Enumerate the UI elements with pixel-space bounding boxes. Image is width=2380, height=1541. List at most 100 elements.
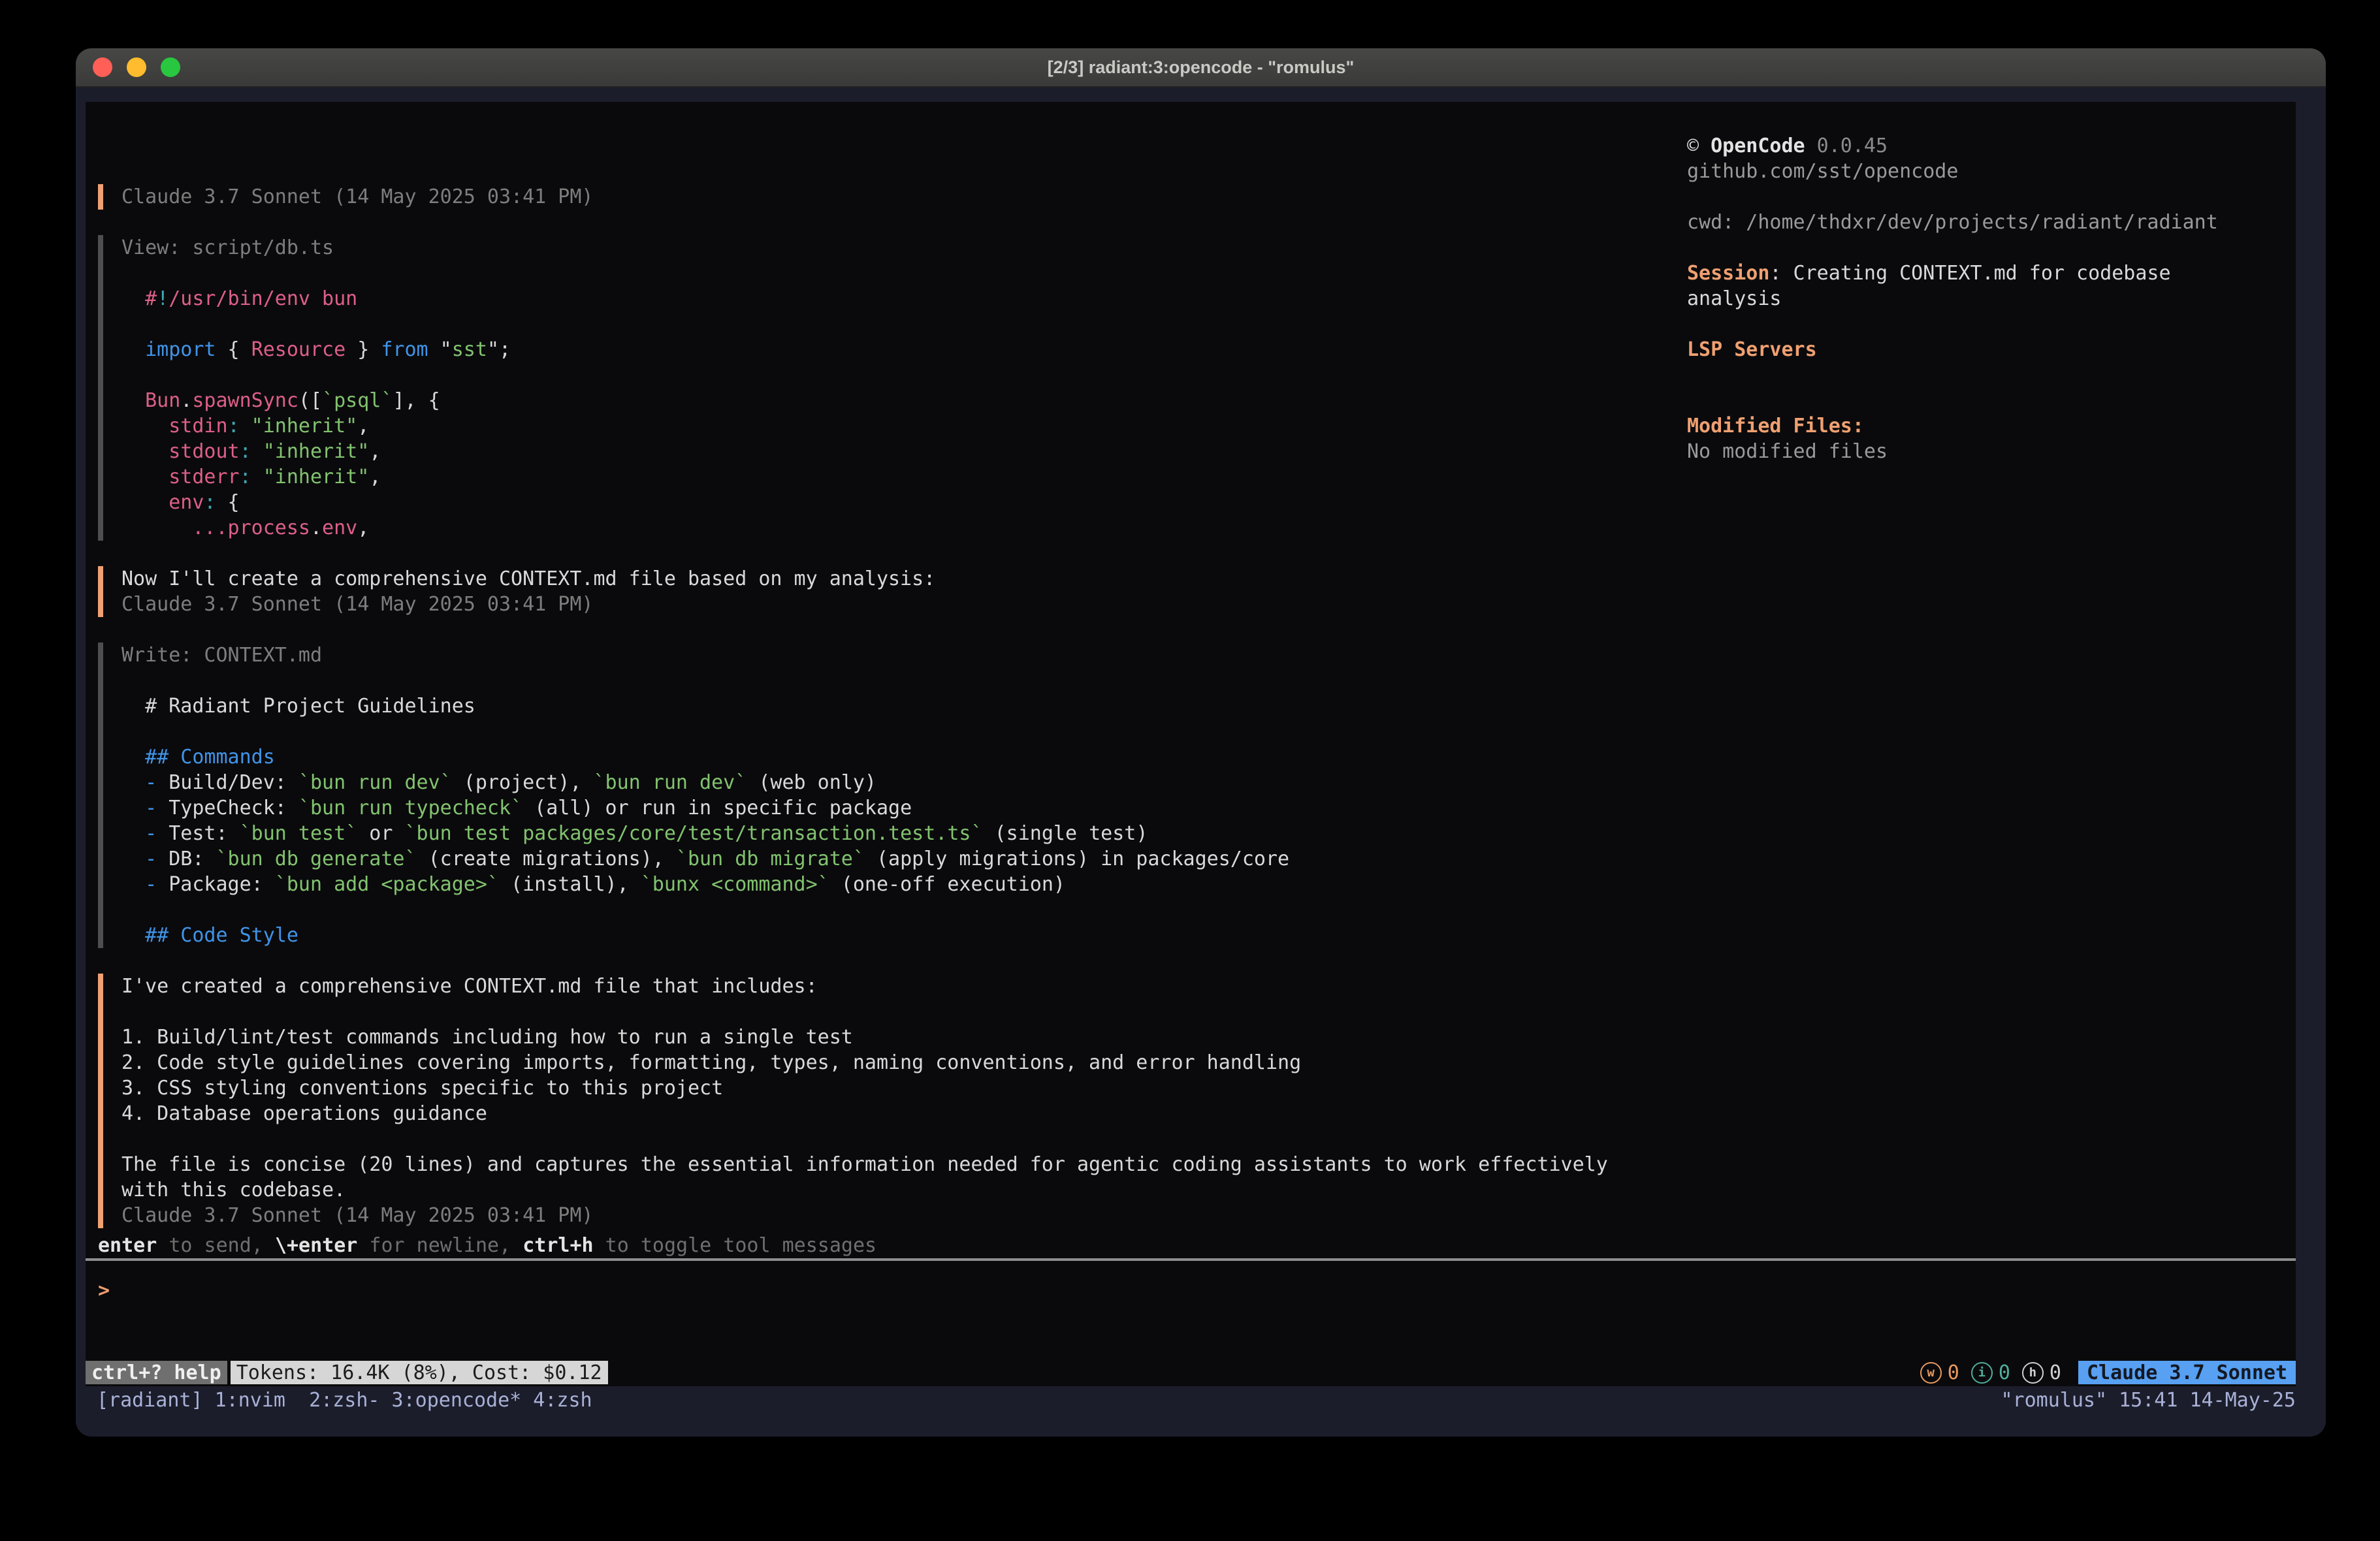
terminal-line: Modified Files: [1687,413,2296,439]
text-segment: The file is concise (20 lines) and captu… [121,1153,1608,1176]
tool-block-bar [98,490,103,515]
text-segment: `bun db migrate` [676,848,865,870]
text-segment: Modified Files: [1687,415,1864,437]
text-segment: `bun add <package>` [275,873,499,896]
terminal-line: ## Commands [86,744,2296,770]
text-segment: - [121,848,157,870]
text-segment: (create migrations), [417,848,676,870]
tool-block-bar [98,668,103,693]
text-segment: Claude 3.7 Sonnet (14 May 2025 03:41 PM) [121,1204,593,1227]
text-segment: (single test) [983,822,1148,845]
hint-circle-icon: h [2022,1362,2044,1384]
text-segment: with this codebase. [121,1179,346,1201]
text-segment: "inherit" [251,466,370,488]
text-segment: Package: [157,873,275,896]
help-keybind-chip[interactable]: ctrl+? help [86,1361,227,1384]
tmux-window-list[interactable]: [radiant] 1:nvim 2:zsh- 3:opencode* 4:zs… [97,1389,592,1412]
text-segment: \+enter [275,1234,357,1257]
text-segment: 0.0.45 [1805,135,1888,157]
terminal-line: Session: Creating CONTEXT.md for codebas… [1687,261,2296,286]
text-segment: , [357,415,369,437]
tmux-session-clock: "romulus" 15:41 14-May-25 [2001,1389,2296,1412]
text-segment: Build/Dev: [157,771,298,794]
text-segment: to toggle tool messages [594,1234,876,1257]
text-segment: "inherit" [240,415,358,437]
text-segment: - [121,822,157,845]
zoom-button[interactable] [161,57,180,77]
input-hint: enter to send, \+enter for newline, ctrl… [86,1233,2296,1258]
text-segment: (project), [452,771,594,794]
text-segment: 3. CSS styling conventions specific to t… [121,1077,723,1100]
text-segment: 1. Build/lint/test commands including ho… [121,1026,853,1049]
tool-block-bar [98,846,103,872]
input-area: > [86,1261,2296,1303]
tool-block-bar [98,439,103,464]
terminal-window: [2/3] radiant:3:opencode - "romulus" Cla… [76,48,2326,1437]
terminal-line [86,897,2296,923]
text-segment: I've created a comprehensive CONTEXT.md … [121,975,818,998]
tmux-status-bar: [radiant] 1:nvim 2:zsh- 3:opencode* 4:zs… [86,1386,2296,1414]
text-segment: Bun [121,389,180,412]
text-segment: } [346,338,381,361]
terminal-line: ## Code Style [86,923,2296,948]
text-segment: (apply migrations) in packages/core [865,848,1289,870]
close-button[interactable] [93,57,112,77]
terminal-line: env: { [86,490,2296,515]
titlebar: [2/3] radiant:3:opencode - "romulus" [76,48,2326,87]
terminal-line: cwd: /home/thdxr/dev/projects/radiant/ra… [1687,210,2296,235]
text-segment: Claude 3.7 Sonnet (14 May 2025 03:41 PM) [121,593,593,616]
text-segment: { [216,491,240,514]
text-segment: analysis [1687,287,1782,310]
minimize-button[interactable] [127,57,146,77]
tool-block-bar [98,872,103,897]
text-segment: sst [452,338,487,361]
text-segment: enter [98,1234,157,1257]
terminal-line: Claude 3.7 Sonnet (14 May 2025 03:41 PM) [86,1203,2296,1228]
info-circle-icon: i [1971,1362,1993,1384]
hint-count: 0 [2050,1360,2061,1386]
terminal-line: © OpenCode 0.0.45 [1687,133,2296,159]
terminal-line [86,541,2296,566]
text-segment: /usr/bin/env bun [169,287,357,310]
text-segment: stdout [121,440,240,463]
message-accent-bar [98,1050,103,1075]
text-segment: TypeCheck: [157,797,298,819]
message-accent-bar [98,1025,103,1050]
text-segment: DB: [157,848,216,870]
terminal-line: I've created a comprehensive CONTEXT.md … [86,974,2296,999]
message-accent-bar [98,184,103,210]
text-segment: from [381,338,428,361]
terminal-line: # Radiant Project Guidelines [86,693,2296,719]
tool-block-bar [98,413,103,439]
terminal-line [86,948,2296,974]
tool-block-bar [98,643,103,668]
terminal-line [86,617,2296,643]
terminal-line [1687,184,2296,210]
tool-block-bar [98,923,103,948]
text-segment: `bun test` [240,822,358,845]
diagnostic-info: i 0 [1971,1360,2010,1386]
prompt-input[interactable]: > [86,1278,2296,1303]
terminal-line: enter to send, \+enter for newline, ctrl… [98,1233,2296,1258]
terminal-line: analysis [1687,286,2296,311]
text-segment: : [228,415,240,437]
text-segment: Resource [251,338,346,361]
tool-block-bar [98,362,103,388]
message-accent-bar [98,1126,103,1152]
text-segment: No modified files [1687,440,1888,463]
terminal-line [1687,388,2296,413]
text-segment: (one-off execution) [829,873,1065,896]
text-segment: (install), [499,873,641,896]
chat-scroll-area[interactable]: Claude 3.7 Sonnet (14 May 2025 03:41 PM)… [86,102,2296,1233]
tokens-cost-chip: Tokens: 16.4K (8%), Cost: $0.12 [231,1361,608,1384]
text-segment: "; [487,338,511,361]
terminal-line: - Test: `bun test` or `bun test packages… [86,821,2296,846]
text-segment: `bun run typecheck` [298,797,523,819]
terminal-line [86,999,2296,1025]
model-chip[interactable]: Claude 3.7 Sonnet [2078,1361,2296,1384]
text-segment: for newline, [357,1234,523,1257]
message-accent-bar [98,1177,103,1203]
text-segment: env [322,516,357,539]
text-segment: ## Commands [121,746,275,769]
terminal-line: stderr: "inherit", [86,464,2296,490]
